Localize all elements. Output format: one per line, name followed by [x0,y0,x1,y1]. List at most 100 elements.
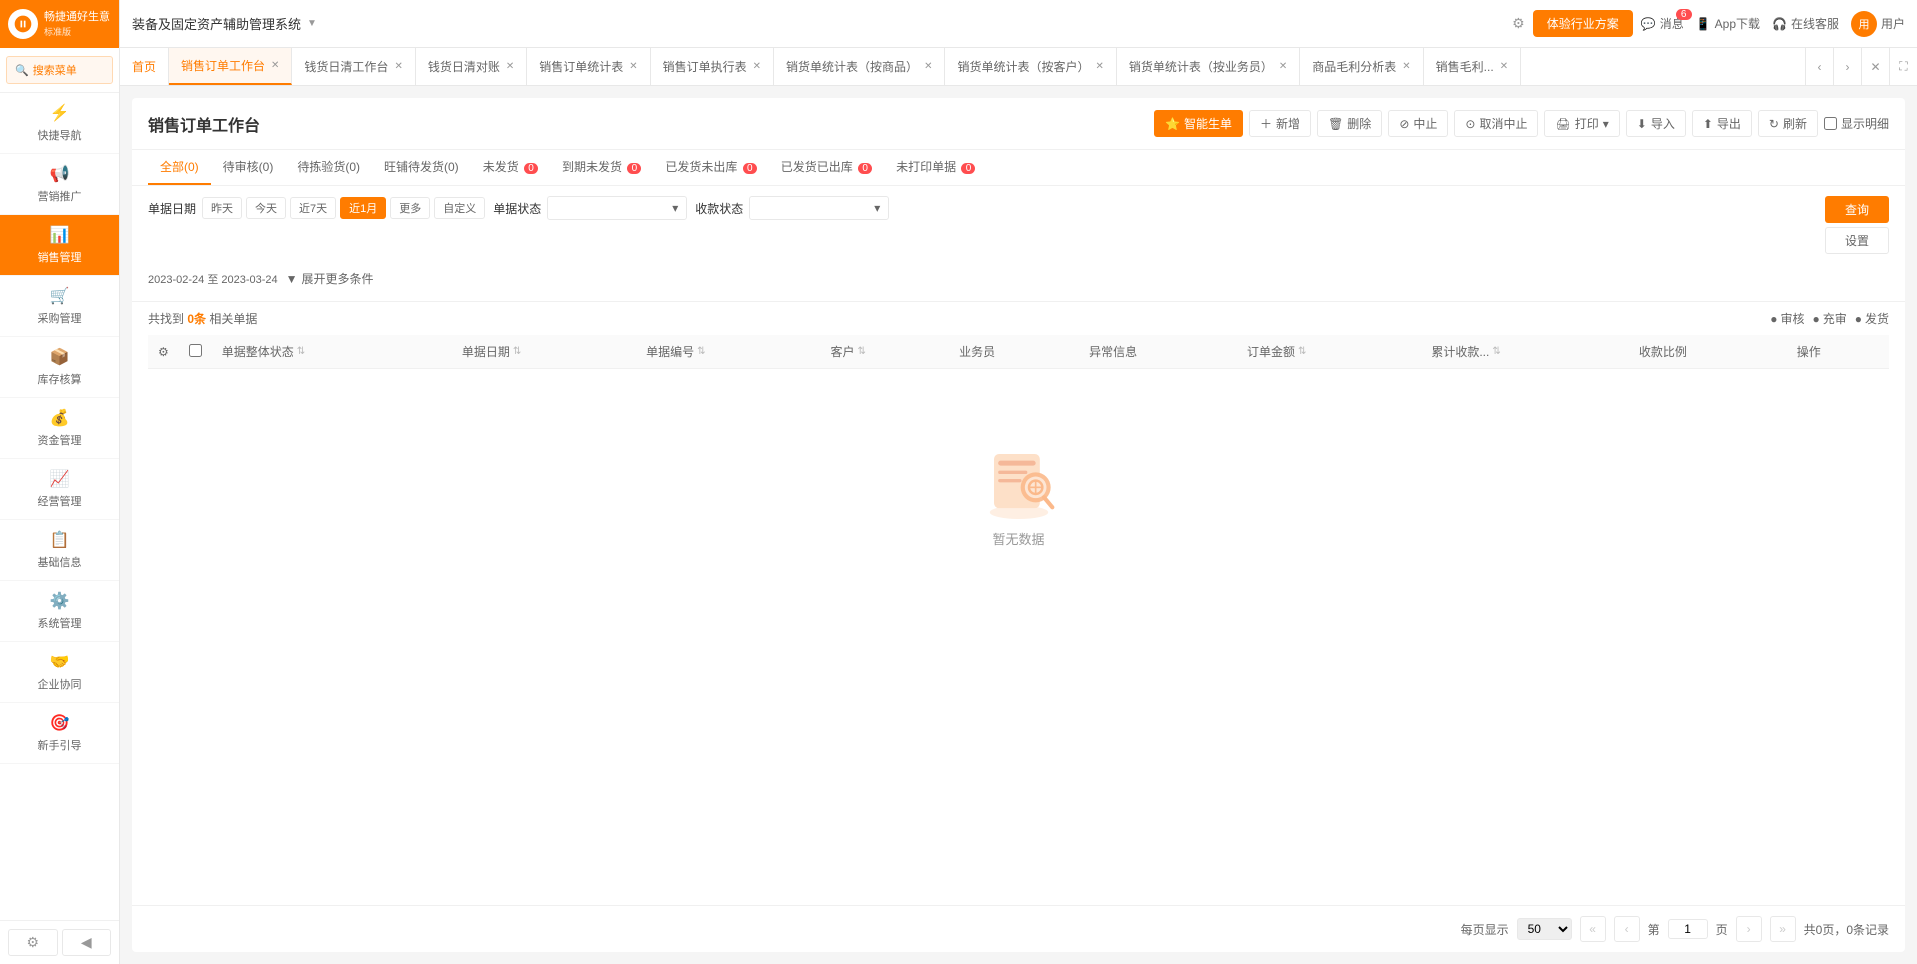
filter-tab-pending-review[interactable]: 待审核(0) [211,150,286,185]
prev-page-btn[interactable]: ‹ [1614,916,1640,942]
refresh-button[interactable]: ↻ 刷新 [1758,110,1818,137]
date-more-btn[interactable]: 更多 [390,197,430,219]
filter-tab-overdue-unshipped[interactable]: 到期未发货 0 [550,150,653,185]
th-customer[interactable]: 客户 ⇅ [820,335,949,369]
tab-reconcile-close[interactable]: ✕ [506,61,514,72]
query-button[interactable]: 查询 [1825,196,1889,223]
sidebar-item-sales[interactable]: 📊 销售管理 [0,215,119,276]
next-page-btn[interactable]: › [1736,916,1762,942]
sidebar-item-basic-info[interactable]: 📋 基础信息 [0,520,119,581]
messages-item[interactable]: 💬 消息 6 [1641,15,1684,32]
sidebar-item-finance[interactable]: 💰 资金管理 [0,398,119,459]
tab-prev-btn[interactable]: ‹ [1805,48,1833,86]
tab-sales-exec[interactable]: 销售订单执行表 ✕ [651,48,774,85]
show-detail-input[interactable] [1824,117,1837,130]
filter-tab-wangpu[interactable]: 旺铺待发货(0) [372,150,471,185]
tab-daily-clear-close[interactable]: ✕ [394,61,402,72]
sidebar-item-purchase[interactable]: 🛒 采购管理 [0,276,119,337]
sidebar-item-enterprise[interactable]: 🤝 企业协同 [0,642,119,703]
tab-sales-stats-close[interactable]: ✕ [629,61,637,72]
date-1month-btn[interactable]: 近1月 [340,197,386,219]
online-service-item[interactable]: 🎧 在线客服 [1772,15,1839,32]
filter-tab-all[interactable]: 全部(0) [148,150,211,185]
delete-button[interactable]: 🗑 删除 [1317,110,1382,137]
tab-sales-customer[interactable]: 销货单统计表（按客户） ✕ [945,48,1116,85]
tab-daily-clear[interactable]: 钱货日清工作台 ✕ [292,48,415,85]
tab-home[interactable]: 首页 [120,48,169,85]
unreview-button[interactable]: ● 充审 [1812,310,1846,327]
sort-status[interactable]: 单据整体状态 ⇅ [222,343,442,360]
sidebar-settings-button[interactable]: ⚙ [8,929,58,956]
th-status[interactable]: 单据整体状态 ⇅ [212,335,452,369]
page-input[interactable] [1668,919,1708,939]
cancel-stop-button[interactable]: ⊙ 取消中止 [1454,110,1538,137]
tab-gross-profit[interactable]: 商品毛利分析表 ✕ [1300,48,1423,85]
per-page-select[interactable]: 50 100 200 [1517,918,1572,940]
tab-sales-exec-close[interactable]: ✕ [753,61,761,72]
tab-sales-margin-close[interactable]: ✕ [1500,61,1508,72]
tab-sales-margin[interactable]: 销售毛利... ✕ [1424,48,1521,85]
sort-number[interactable]: 单据编号 ⇅ [646,343,810,360]
th-settings[interactable]: ⚙ [148,335,179,369]
tab-close-all-btn[interactable]: ✕ [1861,48,1889,86]
sidebar-item-guide[interactable]: 🎯 新手引导 [0,703,119,764]
filter-tab-pending-inspect[interactable]: 待拣验货(0) [285,150,372,185]
tab-sales-staff-close[interactable]: ✕ [1279,61,1287,72]
system-dropdown-icon[interactable]: ▼ [307,18,317,29]
date-7days-btn[interactable]: 近7天 [290,197,336,219]
payment-select[interactable]: ▾ [749,196,889,220]
print-button[interactable]: 🖨 打印 ▾ [1544,110,1619,137]
sidebar-item-system[interactable]: ⚙️ 系统管理 [0,581,119,642]
tab-sales-customer-close[interactable]: ✕ [1095,61,1103,72]
expand-filters-button[interactable]: ▼ 展开更多条件 [278,266,382,291]
tab-gross-profit-close[interactable]: ✕ [1402,61,1410,72]
sidebar-item-quick-nav[interactable]: ⚡ 快捷导航 [0,93,119,154]
filter-tab-unshipped[interactable]: 未发货 0 [471,150,550,185]
sidebar-item-operations[interactable]: 📈 经营管理 [0,459,119,520]
export-button[interactable]: ⬆ 导出 [1692,110,1752,137]
trial-button[interactable]: 体验行业方案 [1533,10,1633,37]
ship-button[interactable]: ● 发货 [1855,310,1889,327]
th-number[interactable]: 单据编号 ⇅ [636,335,820,369]
th-amount[interactable]: 订单金额 ⇅ [1237,335,1421,369]
sidebar-collapse-button[interactable]: ◀ [62,929,112,956]
app-download-item[interactable]: 📱 App下载 [1696,15,1760,32]
th-date[interactable]: 单据日期 ⇅ [452,335,636,369]
filter-tab-shipped-not-warehoused[interactable]: 已发货未出库 0 [653,150,768,185]
sort-amount[interactable]: 订单金额 ⇅ [1247,343,1411,360]
date-custom-btn[interactable]: 自定义 [434,197,485,219]
tab-sales-product[interactable]: 销货单统计表（按商品） ✕ [774,48,945,85]
review-button[interactable]: ● 审核 [1770,310,1804,327]
tab-reconcile[interactable]: 钱货日清对账 ✕ [416,48,527,85]
filter-tab-shipped-warehoused[interactable]: 已发货已出库 0 [769,150,884,185]
status-select[interactable]: ▾ [547,196,687,220]
tab-sales-workbench-close[interactable]: ✕ [271,60,279,71]
filter-setting-button[interactable]: 设置 [1825,227,1889,254]
stop-button[interactable]: ⊘ 中止 [1388,110,1448,137]
th-cumulative[interactable]: 累计收款... ⇅ [1421,335,1629,369]
select-all-checkbox[interactable] [189,344,202,357]
tab-sales-stats[interactable]: 销售订单统计表 ✕ [527,48,650,85]
smart-create-button[interactable]: ⭐ 智能生单 [1154,110,1243,137]
sidebar-item-inventory[interactable]: 📦 库存核算 [0,337,119,398]
add-button[interactable]: ＋ 新增 [1249,110,1311,137]
date-yesterday-btn[interactable]: 昨天 [202,197,242,219]
import-button[interactable]: ⬇ 导入 [1626,110,1686,137]
sort-date[interactable]: 单据日期 ⇅ [462,343,626,360]
sort-cumulative[interactable]: 累计收款... ⇅ [1431,343,1619,360]
show-detail-checkbox[interactable]: 显示明细 [1824,115,1889,132]
last-page-btn[interactable]: » [1770,916,1796,942]
search-menu-button[interactable]: 🔍 搜索菜单 [6,56,113,84]
first-page-btn[interactable]: « [1580,916,1606,942]
header-settings-icon[interactable]: ⚙ [1512,15,1525,32]
date-today-btn[interactable]: 今天 [246,197,286,219]
tab-sales-workbench[interactable]: 销售订单工作台 ✕ [169,48,292,85]
filter-tab-unprinted[interactable]: 未打印单据 0 [884,150,987,185]
sort-customer[interactable]: 客户 ⇅ [830,343,939,360]
tab-fullscreen-btn[interactable]: ⛶ [1889,48,1917,86]
th-checkbox[interactable] [179,335,212,369]
tab-sales-staff[interactable]: 销货单统计表（按业务员） ✕ [1117,48,1300,85]
sidebar-item-marketing[interactable]: 📢 营销推广 [0,154,119,215]
user-item[interactable]: 用 用户 [1851,11,1905,37]
tab-sales-product-close[interactable]: ✕ [924,61,932,72]
